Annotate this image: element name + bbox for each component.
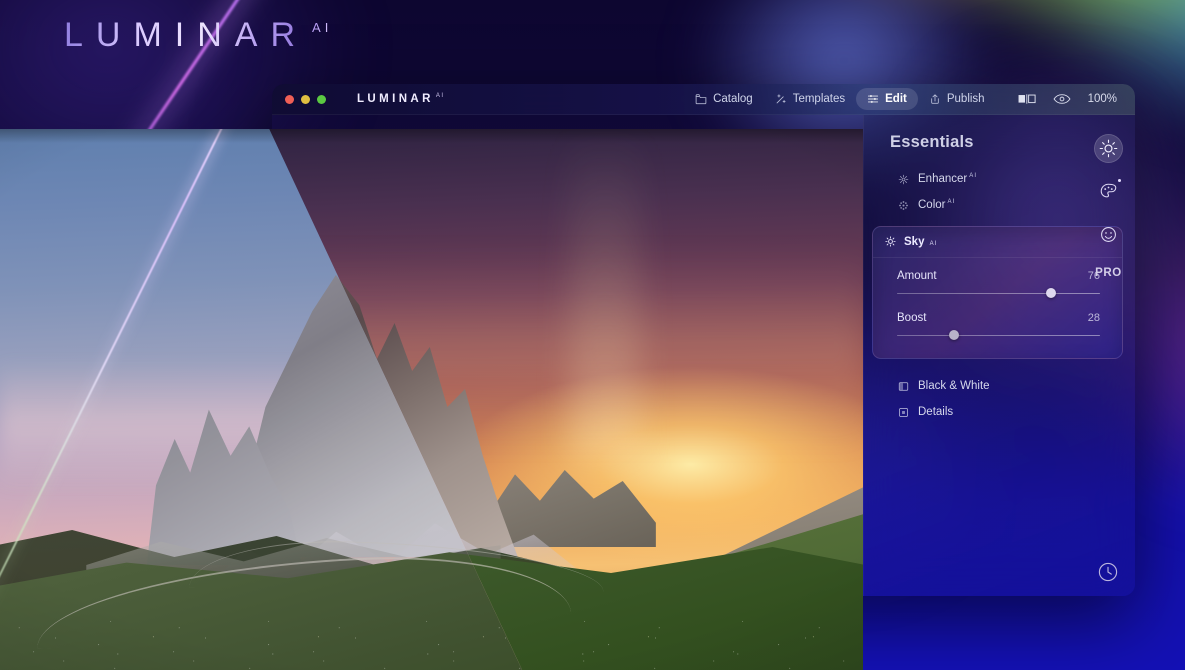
slider-row-amount: Amount 76 — [897, 270, 1100, 298]
window-title-bar: LUMINAR AI Catalog Templates Edit Publis… — [272, 84, 1135, 115]
slider-label-boost: Boost — [897, 312, 927, 324]
pro-badge: PRO — [1095, 267, 1122, 279]
starburst-icon — [898, 174, 909, 185]
minimize-window-button[interactable] — [301, 94, 310, 104]
slider-handle-boost[interactable] — [948, 330, 959, 340]
eye-icon[interactable] — [1053, 93, 1071, 105]
clock-history-icon[interactable] — [1096, 560, 1122, 586]
window-title-superscript: AI — [435, 93, 445, 99]
slider-header-boost: Boost 28 — [897, 312, 1100, 324]
zoom-level-label[interactable]: 100% — [1088, 93, 1117, 105]
tool-label-color: Color — [918, 199, 946, 211]
traffic-lights — [285, 94, 326, 104]
tool-superscript-sky: AI — [929, 241, 938, 247]
slider-track-boost[interactable] — [897, 330, 1100, 340]
slider-line — [897, 334, 1100, 336]
nav-label-publish: Publish — [946, 93, 985, 105]
main-navigation: Catalog Templates Edit Publish 100% — [684, 88, 1135, 110]
tool-label-wrap: Details — [918, 406, 953, 418]
square-dot-icon — [898, 407, 909, 418]
sliders-icon — [867, 93, 879, 105]
slider-line — [897, 292, 1100, 294]
folder-icon — [695, 93, 707, 105]
nav-tab-publish[interactable]: Publish — [918, 88, 996, 110]
nav-label-edit: Edit — [885, 93, 907, 105]
close-window-button[interactable] — [285, 94, 294, 104]
slider-row-boost: Boost 28 — [897, 312, 1100, 340]
tool-label-black-and-white: Black & White — [918, 380, 990, 392]
slider-handle-amount[interactable] — [1046, 288, 1057, 298]
essentials-sun-icon[interactable] — [1095, 135, 1122, 162]
tool-label-enhancer: Enhancer — [918, 173, 968, 185]
tool-label-sky: Sky — [904, 236, 925, 248]
nav-tab-catalog[interactable]: Catalog — [684, 88, 764, 110]
sparkle-icon — [775, 93, 787, 105]
slider-label-amount: Amount — [897, 270, 937, 282]
tool-label-wrap: Color AI — [918, 199, 956, 211]
window-title: LUMINAR AI — [357, 93, 445, 105]
upload-icon — [929, 93, 941, 105]
product-logo-superscript: AI — [312, 20, 333, 35]
tool-label-details: Details — [918, 406, 954, 418]
window-title-text: LUMINAR — [357, 93, 434, 105]
portrait-face-icon[interactable] — [1095, 221, 1122, 248]
slider-track-amount[interactable] — [897, 288, 1100, 298]
badge-dot — [1118, 179, 1121, 182]
tool-superscript-color: AI — [947, 199, 956, 205]
compare-split-icon[interactable] — [1018, 93, 1036, 105]
color-burst-icon — [898, 200, 909, 211]
image-top-shadow — [0, 129, 863, 143]
slider-header-amount: Amount 76 — [897, 270, 1100, 282]
tool-category-rail: PRO — [1082, 115, 1135, 596]
creative-palette-icon[interactable] — [1095, 178, 1122, 205]
nav-label-templates: Templates — [792, 93, 846, 105]
nav-tab-edit[interactable]: Edit — [856, 88, 918, 110]
tool-superscript-enhancer: AI — [969, 173, 978, 179]
nav-label-catalog: Catalog — [713, 93, 753, 105]
tool-label-wrap: Black & White — [918, 380, 990, 392]
product-logo-wordmark: LUMINAR — [64, 16, 309, 54]
tool-label-wrap: Enhancer AI — [918, 173, 977, 185]
tool-label-wrap: Sky AI — [904, 236, 938, 248]
view-tools: 100% — [1018, 93, 1121, 105]
nav-tab-templates[interactable]: Templates — [764, 88, 856, 110]
maximize-window-button[interactable] — [317, 94, 326, 104]
split-square-icon — [898, 381, 909, 392]
image-canvas[interactable] — [0, 129, 863, 670]
sun-small-icon — [885, 236, 896, 247]
product-logo: LUMINAR AI — [64, 18, 332, 52]
